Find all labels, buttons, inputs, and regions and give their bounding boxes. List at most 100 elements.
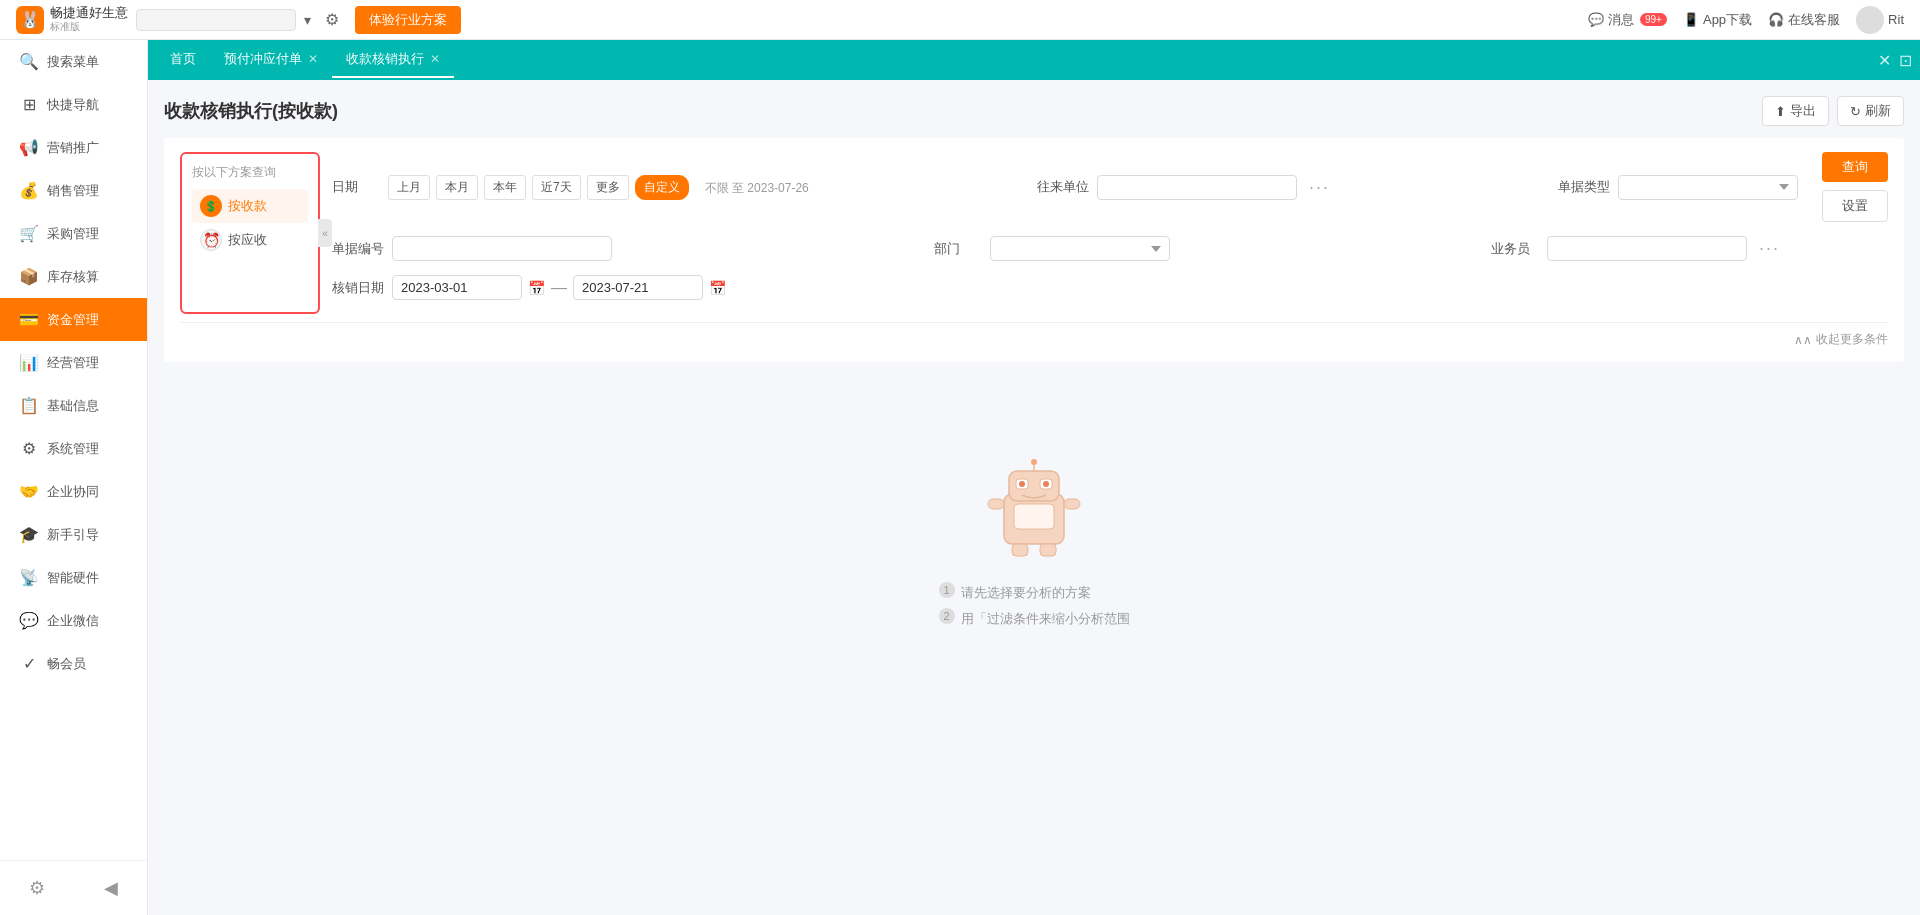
sidebar-item-search[interactable]: 🔍 搜索菜单 (0, 40, 147, 83)
close-window-icon[interactable]: ✕ (1878, 51, 1891, 70)
page-inner: 收款核销执行(按收款) ⬆ 导出 ↻ 刷新 (148, 80, 1920, 728)
counterparty-label: 往来单位 (1037, 178, 1089, 196)
svg-point-4 (1019, 481, 1025, 487)
sidebar-label-purchase: 采购管理 (47, 225, 99, 243)
verify-date-start[interactable] (392, 275, 522, 300)
solution-button[interactable]: 体验行业方案 (355, 6, 461, 34)
sidebar-item-marketing[interactable]: 📢 营销推广 (0, 126, 147, 169)
sidebar: 🔍 搜索菜单 ⊞ 快捷导航 📢 营销推广 💰 销售管理 🛒 采购管理 📦 库存核… (0, 40, 148, 915)
sidebar-item-sales[interactable]: 💰 销售管理 (0, 169, 147, 212)
dept-select[interactable] (990, 236, 1170, 261)
sidebar-item-operation[interactable]: 📊 经营管理 (0, 341, 147, 384)
sidebar-label-system: 系统管理 (47, 440, 99, 458)
settings-gear-icon[interactable]: ⚙ (325, 10, 339, 29)
verify-date-range: 📅 — 📅 (392, 275, 726, 300)
sidebar-item-purchase[interactable]: 🛒 采购管理 (0, 212, 147, 255)
filter-option-by-receivable[interactable]: ⏰ 按应收 (192, 223, 308, 257)
sidebar-item-finance[interactable]: 💳 资金管理 (0, 298, 147, 341)
this-month-btn[interactable]: 本月 (436, 175, 478, 200)
sidebar-label-basic: 基础信息 (47, 397, 99, 415)
verify-date-end-cal-icon[interactable]: 📅 (709, 280, 726, 296)
refresh-button[interactable]: ↻ 刷新 (1837, 96, 1904, 126)
collapse-left-btn[interactable]: « (318, 219, 332, 247)
robot-svg (974, 459, 1094, 559)
tab-prepay-close[interactable]: ✕ (308, 52, 318, 66)
last-7days-btn[interactable]: 近7天 (532, 175, 581, 200)
app-download-item[interactable]: 📱 App下载 (1683, 11, 1752, 29)
settings-bottom-icon[interactable]: ⚙ (23, 871, 51, 905)
filter-docnum-field: 单据编号 (332, 236, 612, 261)
messages-item[interactable]: 💬 消息 99+ (1588, 11, 1667, 29)
filter-salesperson-field: 业务员 ··· (1491, 236, 1780, 261)
collapse-more-label: 收起更多条件 (1816, 331, 1888, 348)
dropdown-arrow-icon[interactable]: ▾ (304, 12, 311, 28)
this-year-btn[interactable]: 本年 (484, 175, 526, 200)
headset-icon: 🎧 (1768, 12, 1784, 27)
tip-num-2: 2 (939, 608, 955, 624)
tab-receipt-close[interactable]: ✕ (430, 52, 440, 66)
maximize-icon[interactable]: ⊡ (1899, 51, 1912, 70)
collapse-more-btn[interactable]: ∧∧ 收起更多条件 (1794, 331, 1888, 348)
filter-panel-wrapper: 按以下方案查询 💲 按收款 ⏰ 按应收 « (180, 152, 1888, 314)
collapse-more-row: ∧∧ 收起更多条件 (180, 322, 1888, 348)
sidebar-label-search: 搜索菜单 (47, 53, 99, 71)
sidebar-item-inventory[interactable]: 📦 库存核算 (0, 255, 147, 298)
verify-date-end[interactable] (573, 275, 703, 300)
tab-home[interactable]: 首页 (156, 42, 210, 78)
logo-edition: 标准版 (50, 20, 128, 34)
refresh-icon: ↻ (1850, 104, 1861, 119)
filter-counterparty-field: 往来单位 ··· (1037, 175, 1330, 200)
more-date-btn[interactable]: 更多 (587, 175, 629, 200)
filter-scheme-panel: 按以下方案查询 💲 按收款 ⏰ 按应收 « (180, 152, 320, 314)
doctype-select[interactable] (1618, 175, 1798, 200)
sidebar-item-hardware[interactable]: 📡 智能硬件 (0, 556, 147, 599)
filter-row-3: 核销日期 📅 — 📅 (332, 275, 1888, 300)
dept-label: 部门 (934, 240, 982, 258)
salesperson-more-icon[interactable]: ··· (1759, 238, 1780, 259)
finance-icon: 💳 (19, 310, 39, 329)
tab-receipt[interactable]: 收款核销执行 ✕ (332, 42, 454, 78)
action-buttons: 查询 设置 (1822, 152, 1888, 222)
online-service-label: 在线客服 (1788, 11, 1840, 29)
sidebar-item-member[interactable]: ✓ 畅会员 (0, 642, 147, 685)
date-label: 日期 (332, 178, 380, 196)
setting-button[interactable]: 设置 (1822, 190, 1888, 222)
user-item[interactable]: Rit (1856, 6, 1904, 34)
filter-option-by-receipt[interactable]: 💲 按收款 (192, 189, 308, 223)
hardware-icon: 📡 (19, 568, 39, 587)
tab-prepay[interactable]: 预付冲应付单 ✕ (210, 42, 332, 78)
last-month-btn[interactable]: 上月 (388, 175, 430, 200)
filter-date-field: 日期 上月 本月 本年 近7天 更多 自定义 (332, 175, 689, 200)
salesperson-input[interactable] (1547, 236, 1747, 261)
sidebar-item-basic[interactable]: 📋 基础信息 (0, 384, 147, 427)
search-icon: 🔍 (19, 52, 39, 71)
query-button[interactable]: 查询 (1822, 152, 1888, 182)
tip-text-1: 请先选择要分析的方案 (961, 580, 1091, 606)
page-header: 收款核销执行(按收款) ⬆ 导出 ↻ 刷新 (164, 96, 1904, 126)
content-area: 首页 预付冲应付单 ✕ 收款核销执行 ✕ ✕ ⊡ 收款核销执行(按收款) (148, 40, 1920, 915)
online-service-item[interactable]: 🎧 在线客服 (1768, 11, 1840, 29)
sidebar-item-system[interactable]: ⚙ 系统管理 (0, 427, 147, 470)
sidebar-item-guide[interactable]: 🎓 新手引导 (0, 513, 147, 556)
svg-rect-10 (1040, 544, 1056, 556)
verify-date-start-cal-icon[interactable]: 📅 (528, 280, 545, 296)
collapse-sidebar-icon[interactable]: ◀ (98, 871, 124, 905)
avatar (1856, 6, 1884, 34)
messages-label: 消息 (1608, 11, 1634, 29)
custom-date-btn[interactable]: 自定义 (635, 175, 689, 200)
search-input[interactable] (136, 9, 296, 31)
svg-point-5 (1043, 481, 1049, 487)
sidebar-item-cooperation[interactable]: 🤝 企业协同 (0, 470, 147, 513)
sidebar-label-quick-nav: 快捷导航 (47, 96, 99, 114)
sidebar-item-quick-nav[interactable]: ⊞ 快捷导航 (0, 83, 147, 126)
receipt-option-icon: 💲 (200, 195, 222, 217)
counterparty-more-icon[interactable]: ··· (1309, 177, 1330, 198)
sidebar-label-inventory: 库存核算 (47, 268, 99, 286)
topbar-left: 🐰 畅捷通好生意 标准版 ▾ ⚙ 体验行业方案 (16, 5, 461, 35)
docnum-input[interactable] (392, 236, 612, 261)
empty-tips-list: 1 请先选择要分析的方案 2 用「过滤条件来缩小分析范围 (939, 580, 1130, 632)
export-button[interactable]: ⬆ 导出 (1762, 96, 1829, 126)
sidebar-item-wechat[interactable]: 💬 企业微信 (0, 599, 147, 642)
doctype-label: 单据类型 (1558, 178, 1610, 196)
counterparty-input[interactable] (1097, 175, 1297, 200)
